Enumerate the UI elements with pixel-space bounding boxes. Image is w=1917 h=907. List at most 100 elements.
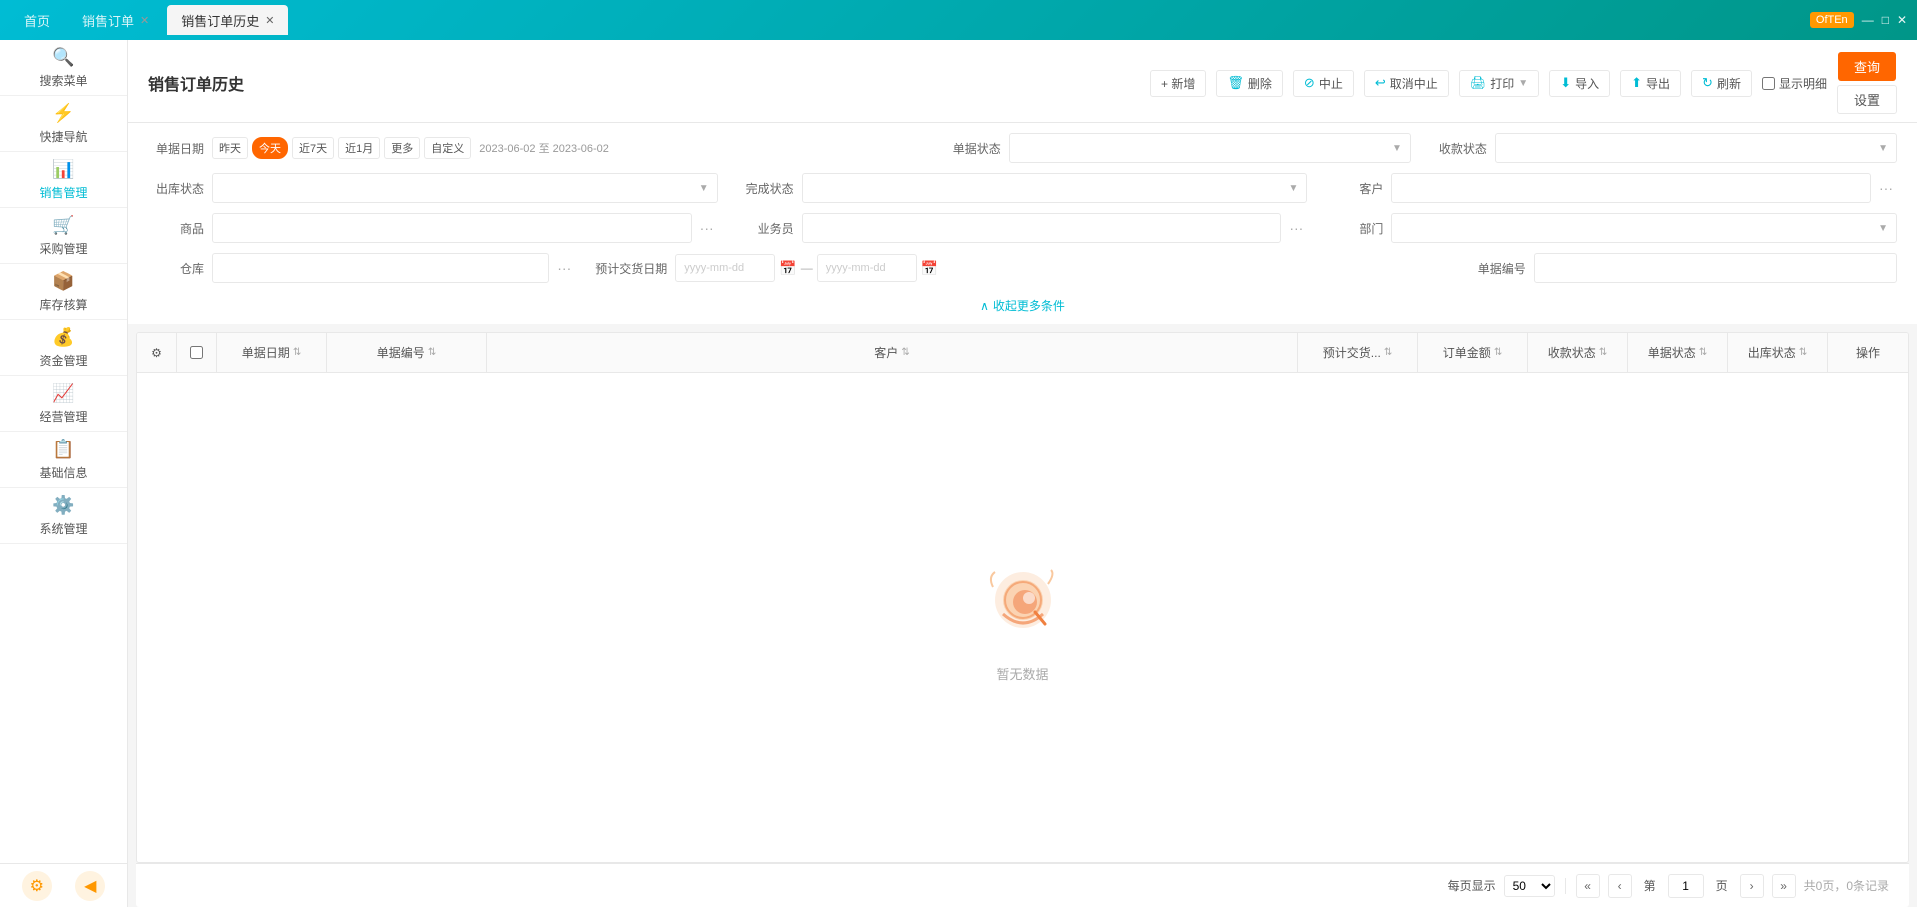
warehouse-label: 仓库: [148, 260, 204, 277]
sidebar-item-purchase[interactable]: 🛒 采购管理: [0, 208, 127, 264]
th-number[interactable]: 单据编号 ⇅: [327, 333, 487, 372]
maximize-btn[interactable]: □: [1882, 13, 1889, 27]
cal-from-icon[interactable]: 📅: [779, 260, 796, 277]
sidebar-bottom: ⚙ ◀: [0, 863, 127, 907]
gear-icon: ⚙: [151, 346, 162, 360]
th-customer[interactable]: 客户 ⇅: [487, 333, 1298, 372]
date-btn-yesterday[interactable]: 昨天: [212, 137, 248, 159]
refresh-button[interactable]: ↻ 刷新: [1691, 70, 1752, 97]
select-all-checkbox[interactable]: [190, 346, 203, 359]
sales-icon: 📊: [52, 159, 74, 180]
close-window-btn[interactable]: ✕: [1897, 13, 1907, 27]
sidebar: 🔍 搜索菜单 ⚡ 快捷导航 📊 销售管理 🛒 采购管理 📦 库存核算 💰 资金管…: [0, 40, 128, 907]
th-checkbox[interactable]: [177, 333, 217, 372]
cancel-stop-button[interactable]: ↩ 取消中止: [1364, 70, 1449, 97]
collapse-up-icon: ∧: [980, 299, 989, 313]
collapse-row[interactable]: ∧ 收起更多条件: [148, 293, 1897, 318]
sidebar-item-basic[interactable]: 📋 基础信息: [0, 432, 127, 488]
top-bar-right: OfTEn — □ ✕: [1810, 12, 1907, 28]
export-button[interactable]: ⬆ 导出: [1620, 70, 1681, 97]
th-delivery[interactable]: 预计交货... ⇅: [1298, 333, 1418, 372]
date-to-placeholder: yyyy-mm-dd: [826, 262, 886, 274]
tab-sales-order-history-close[interactable]: ✕: [265, 14, 274, 27]
date-btn-today[interactable]: 今天: [252, 137, 288, 159]
department-select[interactable]: ▼: [1391, 213, 1897, 243]
show-detail-toggle[interactable]: 显示明细: [1762, 75, 1827, 92]
customer-dots[interactable]: ···: [1875, 180, 1897, 196]
product-label: 商品: [148, 220, 204, 237]
filter-product: 商品 ···: [148, 213, 718, 243]
sidebar-collapse-btn[interactable]: ◀: [75, 871, 105, 901]
page-next-btn[interactable]: ›: [1740, 874, 1764, 898]
sort-date-icon: ⇅: [293, 347, 301, 358]
pagination-bar: 每页显示 20 50 100 « ‹ 第 页 › » 共0页，0条记录: [136, 863, 1909, 907]
import-button[interactable]: ⬇ 导入: [1549, 70, 1610, 97]
sidebar-item-sales[interactable]: 📊 销售管理: [0, 152, 127, 208]
bill-status-select[interactable]: ▼: [1009, 133, 1411, 163]
filter-row-3: 商品 ··· 业务员 ··· 部门: [148, 213, 1897, 243]
filter-department: 部门 ▼: [1327, 213, 1897, 243]
sidebar-item-business[interactable]: 📈 经营管理: [0, 376, 127, 432]
th-pay-status[interactable]: 收款状态 ⇅: [1528, 333, 1628, 372]
filter-row-1: 单据日期 昨天 今天 近7天 近1月 更多 自定义 2023-06-02 至 2…: [148, 133, 1897, 163]
date-btn-7days[interactable]: 近7天: [292, 137, 334, 159]
date-btn-more[interactable]: 更多: [384, 137, 420, 159]
print-button[interactable]: 🖨 打印 ▼: [1459, 70, 1539, 97]
cal-to-icon[interactable]: 📅: [921, 260, 938, 277]
customer-control: ···: [1391, 173, 1897, 203]
first-icon: «: [1584, 879, 1591, 893]
page-size-select[interactable]: 20 50 100: [1504, 875, 1555, 897]
payment-status-arrow-icon: ▼: [1878, 143, 1888, 154]
ship-status-select[interactable]: ▼: [212, 173, 718, 203]
sidebar-item-inventory[interactable]: 📦 库存核算: [0, 264, 127, 320]
product-dots[interactable]: ···: [696, 220, 718, 236]
th-settings[interactable]: ⚙: [137, 333, 177, 372]
tab-sales-order-close[interactable]: ✕: [140, 14, 149, 27]
sidebar-item-quicknav[interactable]: ⚡ 快捷导航: [0, 96, 127, 152]
salesperson-dots[interactable]: ···: [1285, 220, 1307, 236]
ship-status-arrow-icon: ▼: [699, 183, 709, 194]
print-button-label: 打印: [1490, 75, 1514, 92]
sidebar-item-finance[interactable]: 💰 资金管理: [0, 320, 127, 376]
department-label: 部门: [1327, 220, 1383, 237]
complete-status-select[interactable]: ▼: [802, 173, 1308, 203]
tab-sales-order[interactable]: 销售订单 ✕: [68, 5, 163, 35]
th-bill-status[interactable]: 单据状态 ⇅: [1628, 333, 1728, 372]
warehouse-dots[interactable]: ···: [553, 260, 575, 276]
show-detail-checkbox-input[interactable]: [1762, 77, 1775, 90]
th-number-label: 单据编号: [377, 344, 425, 361]
refresh-button-label: 刷新: [1717, 75, 1741, 92]
empty-state: 暂无数据: [137, 373, 1908, 862]
page-number-input[interactable]: [1668, 874, 1704, 898]
tab-sales-order-history[interactable]: 销售订单历史 ✕: [167, 5, 288, 35]
date-btn-custom[interactable]: 自定义: [424, 137, 471, 159]
query-button[interactable]: 查询: [1838, 52, 1896, 81]
stop-button[interactable]: ⊘ 中止: [1293, 70, 1354, 97]
page-prev-btn[interactable]: ‹: [1608, 874, 1632, 898]
th-amount[interactable]: 订单金额 ⇅: [1418, 333, 1528, 372]
expected-date-to[interactable]: yyyy-mm-dd: [817, 254, 917, 282]
setting-button[interactable]: 设置: [1837, 85, 1897, 114]
cancel-stop-icon: ↩: [1375, 75, 1386, 91]
sidebar-item-system-label: 系统管理: [39, 520, 87, 537]
filter-area: 单据日期 昨天 今天 近7天 近1月 更多 自定义 2023-06-02 至 2…: [128, 123, 1917, 324]
expected-date-label: 预计交货日期: [595, 260, 667, 277]
sort-bill-status-icon: ⇅: [1699, 347, 1707, 358]
th-ship-status[interactable]: 出库状态 ⇅: [1728, 333, 1828, 372]
delete-button[interactable]: 🗑 删除: [1216, 70, 1283, 97]
delete-icon: 🗑: [1227, 75, 1244, 91]
payment-status-select[interactable]: ▼: [1495, 133, 1897, 163]
th-date[interactable]: 单据日期 ⇅: [217, 333, 327, 372]
minimize-btn[interactable]: —: [1862, 13, 1874, 27]
date-btn-1month[interactable]: 近1月: [338, 137, 380, 159]
complete-status-arrow-icon: ▼: [1288, 183, 1298, 194]
page-first-btn[interactable]: «: [1576, 874, 1600, 898]
sidebar-item-system[interactable]: ⚙️ 系统管理: [0, 488, 127, 544]
expected-date-from[interactable]: yyyy-mm-dd: [675, 254, 775, 282]
sidebar-item-search[interactable]: 🔍 搜索菜单: [0, 40, 127, 96]
sidebar-settings-btn[interactable]: ⚙: [22, 871, 52, 901]
page-last-btn[interactable]: »: [1772, 874, 1796, 898]
tab-home[interactable]: 首页: [10, 5, 64, 35]
salesperson-label: 业务员: [738, 220, 794, 237]
new-button[interactable]: + 新增: [1150, 70, 1206, 97]
